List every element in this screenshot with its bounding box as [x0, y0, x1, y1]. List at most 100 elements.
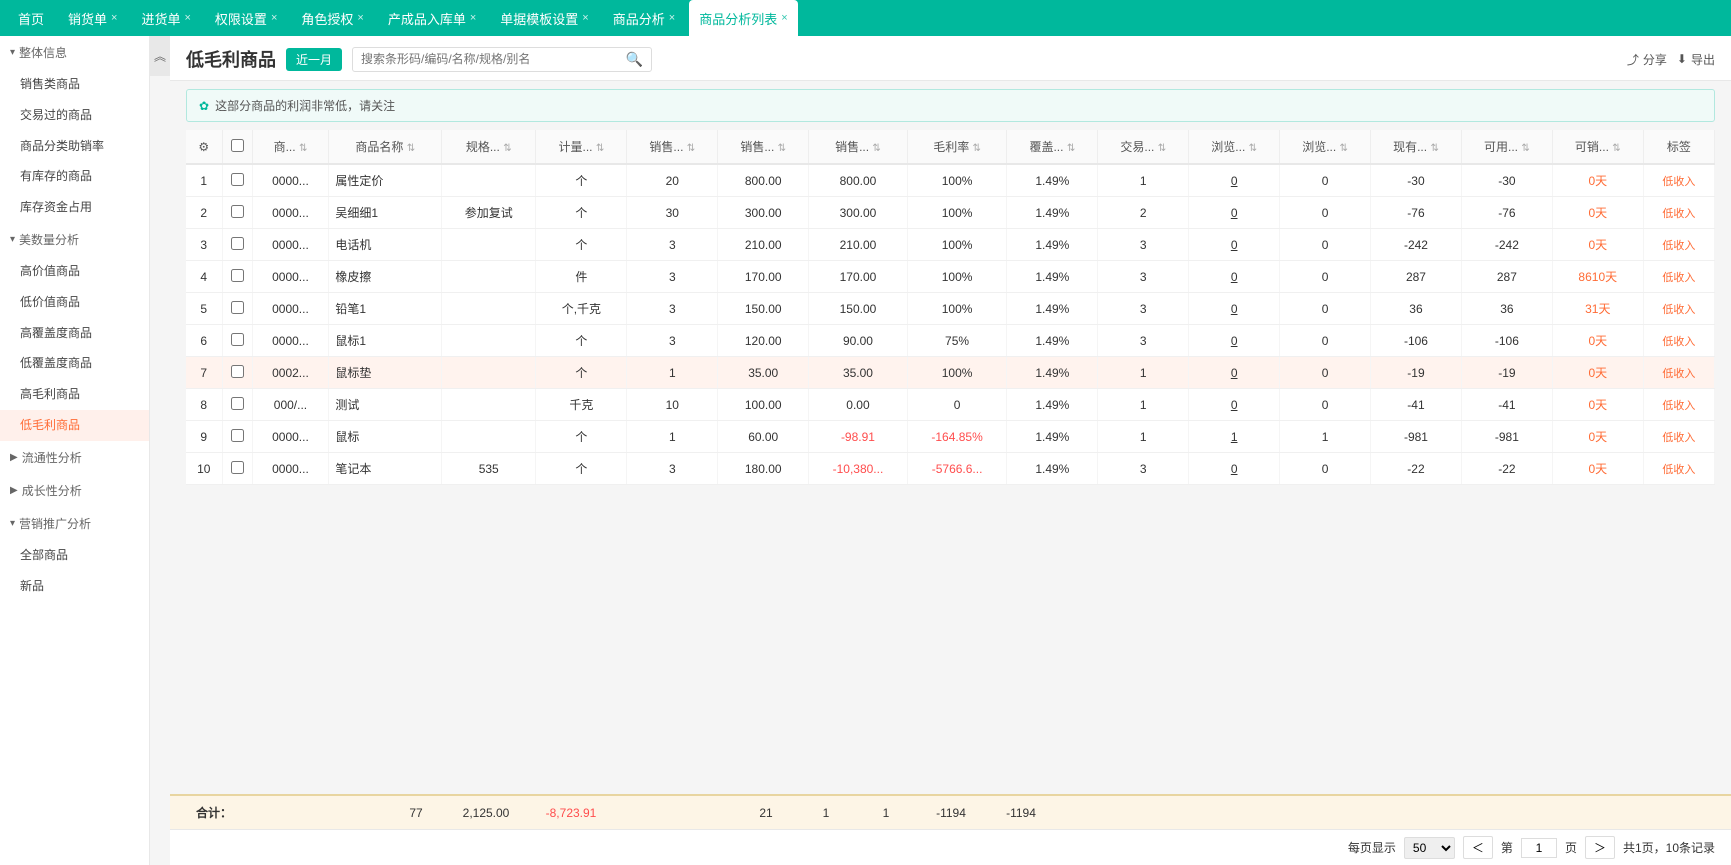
cell-name[interactable]: 鼠标	[329, 421, 442, 453]
close-list-icon[interactable]: ×	[781, 12, 787, 24]
cell-checkbox[interactable]	[222, 421, 252, 453]
cell-name[interactable]: 吴细细1	[329, 197, 442, 229]
table-row: 10 0000... 笔记本 535 个 3 180.00 -10,380...…	[186, 453, 1715, 485]
cell-name[interactable]: 测试	[329, 389, 442, 421]
per-page-select[interactable]: 50 100	[1404, 837, 1455, 859]
row-checkbox[interactable]	[231, 333, 244, 346]
sidebar-item-low-margin[interactable]: 低毛利商品	[0, 410, 149, 441]
sidebar-item-high-margin[interactable]: 高毛利商品	[0, 379, 149, 410]
cell-browse1[interactable]: 0	[1189, 293, 1280, 325]
cell-tag: 低收入	[1643, 389, 1714, 421]
cell-name[interactable]: 电话机	[329, 229, 442, 261]
cell-browse1[interactable]: 0	[1189, 164, 1280, 197]
row-checkbox[interactable]	[231, 205, 244, 218]
page-number-input[interactable]	[1521, 838, 1557, 858]
cell-browse1[interactable]: 0	[1189, 325, 1280, 357]
section-flow[interactable]: ▶ 流通性分析	[0, 441, 149, 474]
cell-name[interactable]: 鼠标垫	[329, 357, 442, 389]
cell-name[interactable]: 橡皮擦	[329, 261, 442, 293]
nav-product-entry[interactable]: 产成品入库单 ×	[378, 0, 486, 36]
cell-sale3: 210.00	[809, 229, 908, 261]
sidebar-item-high-coverage[interactable]: 高覆盖度商品	[0, 318, 149, 349]
cell-num: 10	[186, 453, 222, 485]
nav-analysis-list[interactable]: 商品分析列表 ×	[689, 0, 797, 36]
cell-checkbox[interactable]	[222, 164, 252, 197]
sidebar-item-all-products[interactable]: 全部商品	[0, 540, 149, 571]
prev-page-button[interactable]: ＜	[1463, 836, 1493, 859]
cell-name[interactable]: 属性定价	[329, 164, 442, 197]
row-checkbox[interactable]	[231, 173, 244, 186]
search-icon[interactable]: 🔍	[626, 51, 643, 68]
cell-name[interactable]: 笔记本	[329, 453, 442, 485]
cell-checkbox[interactable]	[222, 197, 252, 229]
row-checkbox[interactable]	[231, 237, 244, 250]
cell-browse1[interactable]: 0	[1189, 453, 1280, 485]
row-checkbox[interactable]	[231, 301, 244, 314]
sidebar-item-capital[interactable]: 库存资金占用	[0, 192, 149, 223]
nav-permissions[interactable]: 权限设置 ×	[205, 0, 287, 36]
cell-gross: 100%	[907, 164, 1007, 197]
sidebar-item-category-rate[interactable]: 商品分类助销率	[0, 131, 149, 162]
share-button[interactable]: ⤴ 分享	[1627, 51, 1667, 68]
cell-browse1[interactable]: 0	[1189, 229, 1280, 261]
cell-tag: 低收入	[1643, 164, 1714, 197]
cell-checkbox[interactable]	[222, 229, 252, 261]
sidebar-item-low-value[interactable]: 低价值商品	[0, 287, 149, 318]
cell-browse1[interactable]: 0	[1189, 389, 1280, 421]
cell-checkbox[interactable]	[222, 453, 252, 485]
row-checkbox[interactable]	[231, 429, 244, 442]
next-page-button[interactable]: ＞	[1585, 836, 1615, 859]
row-checkbox[interactable]	[231, 269, 244, 282]
sidebar-item-sales-products[interactable]: 销售类商品	[0, 69, 149, 100]
settings-icon[interactable]: ⚙	[198, 140, 209, 154]
data-table: ⚙ 商... ⇅ 商品名称 ⇅ 规格... ⇅ 计量... ⇅ 销售... ⇅ …	[186, 130, 1715, 485]
cell-name[interactable]: 鼠标1	[329, 325, 442, 357]
sidebar-item-high-value[interactable]: 高价值商品	[0, 256, 149, 287]
section-overall[interactable]: ▾ 整体信息	[0, 36, 149, 69]
cell-name[interactable]: 铅笔1	[329, 293, 442, 325]
section-growth[interactable]: ▶ 成长性分析	[0, 474, 149, 507]
cell-checkbox[interactable]	[222, 325, 252, 357]
th-settings[interactable]: ⚙	[186, 130, 222, 164]
row-checkbox[interactable]	[231, 365, 244, 378]
select-all-checkbox[interactable]	[231, 139, 244, 152]
cell-trade: 3	[1098, 261, 1189, 293]
close-purchase-icon[interactable]: ×	[184, 12, 190, 24]
search-input[interactable]	[361, 52, 626, 66]
top-nav: 首页 销货单 × 进货单 × 权限设置 × 角色授权 × 产成品入库单 × 单据…	[0, 0, 1731, 36]
cell-browse1[interactable]: 0	[1189, 261, 1280, 293]
row-checkbox[interactable]	[231, 461, 244, 474]
sidebar-item-traded[interactable]: 交易过的商品	[0, 100, 149, 131]
close-sales-icon[interactable]: ×	[111, 12, 117, 24]
nav-home[interactable]: 首页	[8, 0, 54, 36]
footer-stock1: -1194	[916, 806, 986, 820]
cell-checkbox[interactable]	[222, 261, 252, 293]
cell-browse1[interactable]: 0	[1189, 197, 1280, 229]
nav-sales[interactable]: 销货单 ×	[58, 0, 127, 36]
sidebar-item-in-stock[interactable]: 有库存的商品	[0, 161, 149, 192]
close-roles-icon[interactable]: ×	[357, 12, 363, 24]
th-checkbox[interactable]	[222, 130, 252, 164]
nav-roles[interactable]: 角色授权 ×	[291, 0, 373, 36]
section-marketing[interactable]: ▾ 营销推广分析	[0, 507, 149, 540]
close-template-icon[interactable]: ×	[582, 12, 588, 24]
close-permissions-icon[interactable]: ×	[271, 12, 277, 24]
cell-browse1[interactable]: 0	[1189, 357, 1280, 389]
sidebar-collapse-button[interactable]: 《	[150, 36, 170, 76]
export-button[interactable]: ⬇ 导出	[1677, 51, 1715, 68]
close-product-entry-icon[interactable]: ×	[470, 12, 476, 24]
close-analysis-icon[interactable]: ×	[669, 12, 675, 24]
sidebar-item-low-coverage[interactable]: 低覆盖度商品	[0, 348, 149, 379]
filter-period-button[interactable]: 近一月	[286, 48, 342, 71]
cell-checkbox[interactable]	[222, 293, 252, 325]
row-checkbox[interactable]	[231, 397, 244, 410]
section-quantity[interactable]: ▾ 美数量分析	[0, 223, 149, 256]
table-wrapper[interactable]: ⚙ 商... ⇅ 商品名称 ⇅ 规格... ⇅ 计量... ⇅ 销售... ⇅ …	[170, 130, 1731, 794]
nav-product-analysis[interactable]: 商品分析 ×	[603, 0, 685, 36]
cell-browse1[interactable]: 1	[1189, 421, 1280, 453]
cell-checkbox[interactable]	[222, 389, 252, 421]
cell-checkbox[interactable]	[222, 357, 252, 389]
sidebar-item-new-products[interactable]: 新品	[0, 571, 149, 602]
nav-template-settings[interactable]: 单据模板设置 ×	[490, 0, 598, 36]
nav-purchase[interactable]: 进货单 ×	[131, 0, 200, 36]
